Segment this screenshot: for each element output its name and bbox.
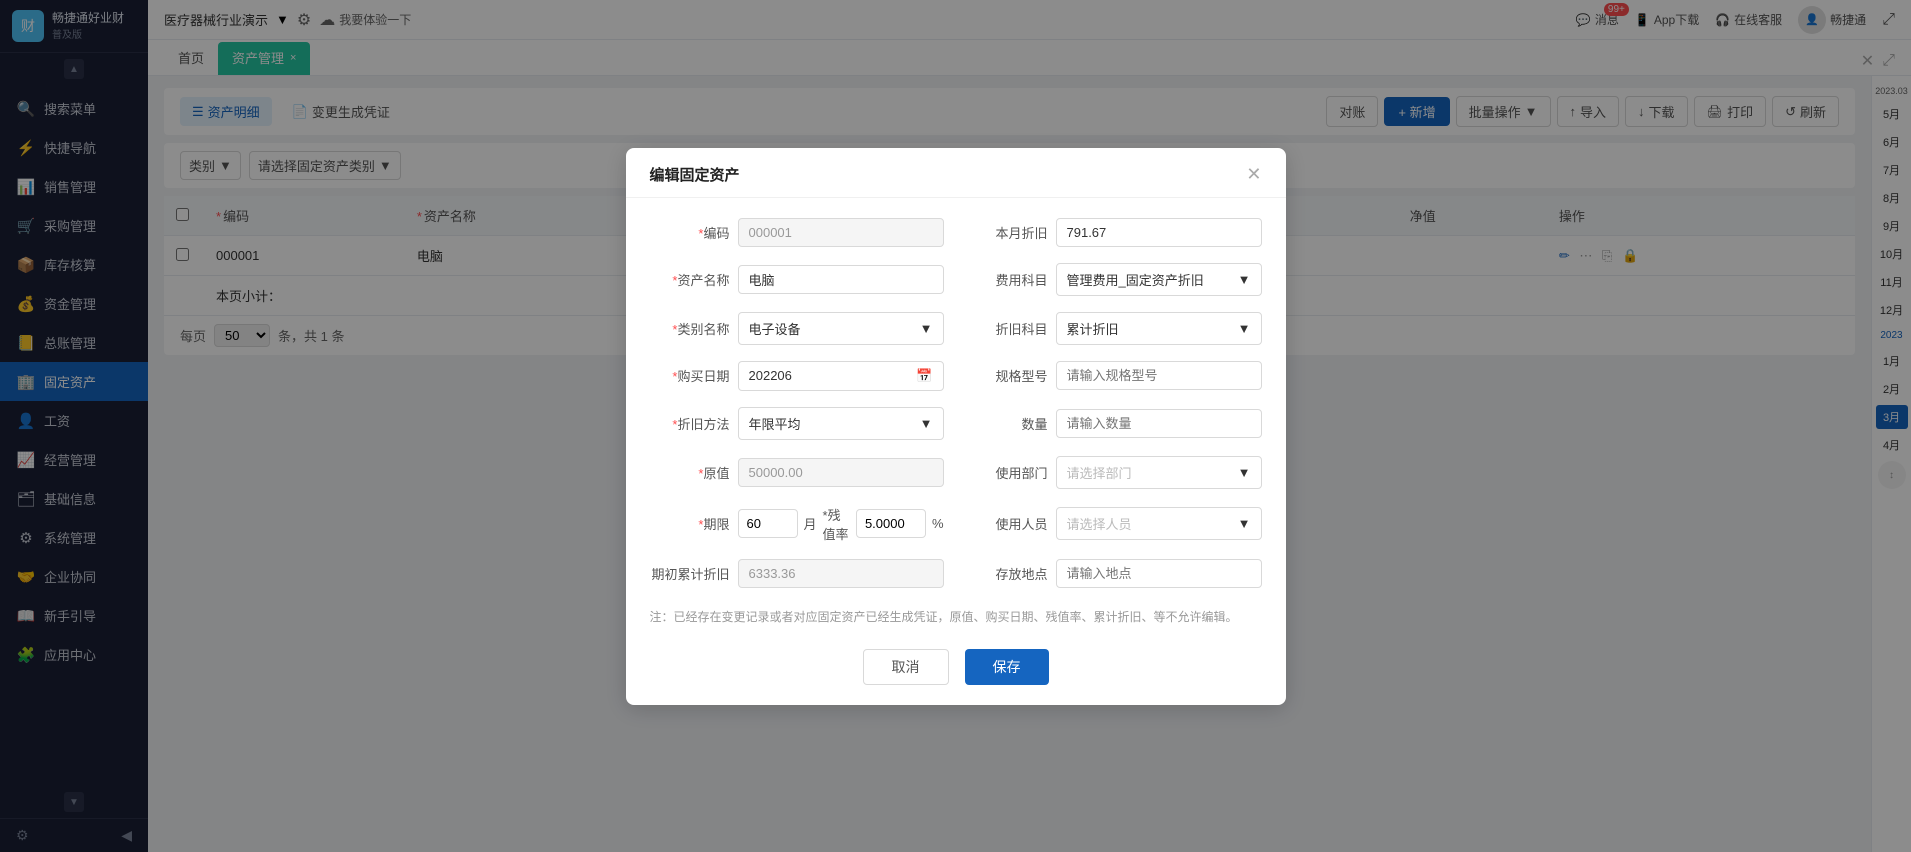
period-label: *期限: [650, 514, 730, 533]
residual-rate-label: *残值率: [823, 505, 850, 543]
modal-title: 编辑固定资产: [650, 164, 740, 185]
form-row-initial-depr: 期初累计折旧: [650, 559, 944, 588]
residual-rate-unit: %: [932, 516, 944, 531]
form-row-depr-subject: 折旧科目 累计折旧 ▼: [968, 312, 1262, 345]
residual-rate-input[interactable]: [856, 509, 926, 538]
initial-depr-input[interactable]: [738, 559, 944, 588]
initial-depr-label: 期初累计折旧: [650, 564, 730, 583]
save-button[interactable]: 保存: [965, 649, 1049, 685]
original-value-input[interactable]: [738, 458, 944, 487]
period-residual-group: 月 *残值率 %: [738, 505, 944, 543]
spec-label: 规格型号: [968, 366, 1048, 385]
user-select[interactable]: 请选择人员 ▼: [1056, 507, 1262, 540]
category-select[interactable]: 电子设备 ▼: [738, 312, 944, 345]
expense-subject-chevron-icon: ▼: [1238, 272, 1251, 287]
modal-note: 注：已经存在变更记录或者对应固定资产已经生成凭证，原值、购买日期、残值率、累计折…: [626, 608, 1286, 637]
user-chevron-icon: ▼: [1238, 516, 1251, 531]
form-row-dept: 使用部门 请选择部门 ▼: [968, 456, 1262, 489]
spec-input[interactable]: [1056, 361, 1262, 390]
form-row-category: *类别名称 电子设备 ▼: [650, 312, 944, 345]
depr-subject-label: 折旧科目: [968, 319, 1048, 338]
form-row-depr-method: *折旧方法 年限平均 ▼: [650, 407, 944, 440]
form-row-purchase-date: *购买日期 202206 📅: [650, 361, 944, 391]
modal-body: *编码 本月折旧 *资产名称: [626, 198, 1286, 608]
dept-label: 使用部门: [968, 463, 1048, 482]
depr-method-select[interactable]: 年限平均 ▼: [738, 407, 944, 440]
modal-header: 编辑固定资产 ✕: [626, 148, 1286, 198]
calendar-icon: 📅: [916, 368, 932, 384]
form-row-asset-name: *资产名称: [650, 263, 944, 296]
edit-asset-modal: 编辑固定资产 ✕ *编码 本月折旧: [626, 148, 1286, 705]
form-row-period: *期限 月 *残值率 %: [650, 505, 944, 543]
form-row-user: 使用人员 请选择人员 ▼: [968, 505, 1262, 543]
quantity-input[interactable]: [1056, 409, 1262, 438]
cancel-button[interactable]: 取消: [863, 649, 949, 685]
depr-method-chevron-icon: ▼: [920, 416, 933, 431]
period-unit-label: 月: [804, 514, 817, 533]
location-input[interactable]: [1056, 559, 1262, 588]
category-chevron-icon: ▼: [920, 321, 933, 336]
user-label: 使用人员: [968, 514, 1048, 533]
modal-overlay: 编辑固定资产 ✕ *编码 本月折旧: [0, 0, 1911, 852]
purchase-date-input[interactable]: 202206 📅: [738, 361, 944, 391]
form-row-expense-subject: 费用科目 管理费用_固定资产折旧 ▼: [968, 263, 1262, 296]
form-row-code: *编码: [650, 218, 944, 247]
purchase-date-label: *购买日期: [650, 366, 730, 385]
expense-subject-select[interactable]: 管理费用_固定资产折旧 ▼: [1056, 263, 1262, 296]
form-row-spec: 规格型号: [968, 361, 1262, 391]
modal-close-btn[interactable]: ✕: [1246, 164, 1261, 185]
dept-chevron-icon: ▼: [1238, 465, 1251, 480]
monthly-depr-label: 本月折旧: [968, 223, 1048, 242]
location-label: 存放地点: [968, 564, 1048, 583]
asset-name-input[interactable]: [738, 265, 944, 294]
modal-form: *编码 本月折旧 *资产名称: [650, 218, 1262, 588]
original-value-label: *原值: [650, 463, 730, 482]
depr-subject-chevron-icon: ▼: [1238, 321, 1251, 336]
dept-select[interactable]: 请选择部门 ▼: [1056, 456, 1262, 489]
depr-method-label: *折旧方法: [650, 414, 730, 433]
modal-footer: 取消 保存: [626, 637, 1286, 705]
code-label: *编码: [650, 223, 730, 242]
depr-subject-select[interactable]: 累计折旧 ▼: [1056, 312, 1262, 345]
quantity-label: 数量: [968, 414, 1048, 433]
form-row-location: 存放地点: [968, 559, 1262, 588]
period-input[interactable]: [738, 509, 798, 538]
form-row-quantity: 数量: [968, 407, 1262, 440]
monthly-depr-input[interactable]: [1056, 218, 1262, 247]
code-input[interactable]: [738, 218, 944, 247]
form-row-original-value: *原值: [650, 456, 944, 489]
asset-name-label: *资产名称: [650, 270, 730, 289]
form-row-monthly-depr: 本月折旧: [968, 218, 1262, 247]
category-label: *类别名称: [650, 319, 730, 338]
expense-subject-label: 费用科目: [968, 270, 1048, 289]
